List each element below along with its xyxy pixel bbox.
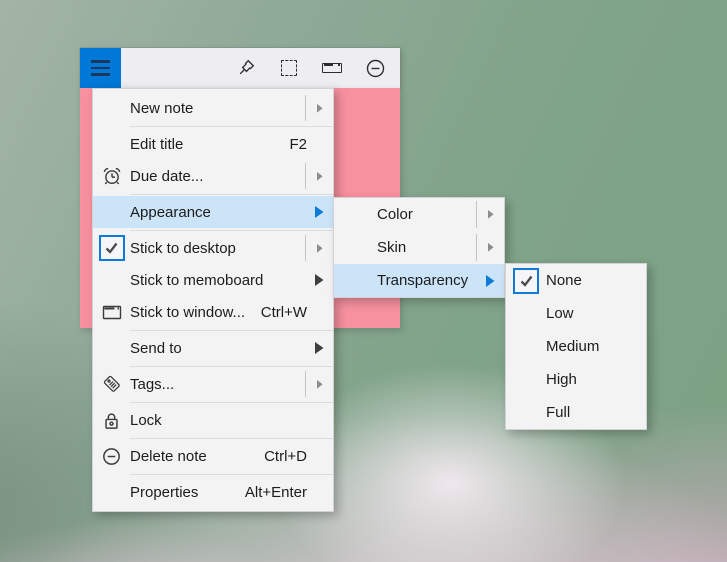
menu-item-stick-to-memoboard[interactable]: Stick to memoboard: [93, 264, 333, 296]
menu-item-send-to[interactable]: Send to: [93, 332, 333, 364]
menu-item-medium[interactable]: Medium: [506, 330, 646, 363]
submenu-arrow-icon[interactable]: [306, 160, 333, 192]
submenu-arrow-icon[interactable]: [306, 196, 333, 228]
menu-item-full[interactable]: Full: [506, 396, 646, 429]
submenu-arrow-icon[interactable]: [306, 232, 333, 264]
titlebar-buttons: [235, 57, 400, 79]
roll-up-icon[interactable]: [364, 57, 386, 79]
menu-item-lock[interactable]: Lock: [93, 404, 333, 436]
menu-separator: [130, 193, 333, 195]
menu-separator: [130, 365, 333, 367]
alarm-clock-icon: [93, 165, 130, 187]
menu-item-label: None: [546, 272, 582, 289]
menu-separator: [130, 229, 333, 231]
menu-item-label: New note: [130, 99, 194, 117]
menu-item-label: Edit title: [130, 135, 184, 153]
menu-item-label: Skin: [377, 239, 407, 256]
menu-item-none[interactable]: None: [506, 264, 646, 297]
menu-separator: [130, 401, 333, 403]
menu-item-color[interactable]: Color: [334, 198, 504, 231]
menu-item-transparency[interactable]: Transparency: [334, 264, 504, 297]
menu-item-delete-note[interactable]: Delete note Ctrl+D: [93, 440, 333, 472]
menu-item-label: Transparency: [377, 272, 469, 289]
pushpin-icon[interactable]: [235, 57, 257, 79]
menu-item-low[interactable]: Low: [506, 297, 646, 330]
menu-separator: [130, 437, 333, 439]
appearance-submenu: Color Skin Transparency: [333, 197, 505, 298]
menu-item-label: Tags...: [130, 375, 175, 393]
menu-item-stick-to-window[interactable]: Stick to window... Ctrl+W: [93, 296, 333, 328]
menu-item-label: Color: [377, 206, 413, 223]
submenu-arrow-icon: [306, 264, 333, 296]
tag-icon: [93, 373, 130, 395]
menu-item-properties[interactable]: Properties Alt+Enter: [93, 476, 333, 508]
submenu-arrow-icon[interactable]: [306, 368, 333, 400]
title-bar-only-icon[interactable]: [321, 57, 343, 79]
checked-checkbox-icon: [506, 267, 546, 294]
menu-item-high[interactable]: High: [506, 363, 646, 396]
menu-item-label: Send to: [130, 339, 182, 357]
menu-item-skin[interactable]: Skin: [334, 231, 504, 264]
note-titlebar: [80, 48, 400, 88]
note-context-menu: New note Edit title F2 Due date... Appea…: [92, 88, 334, 512]
menu-separator: [130, 329, 333, 331]
menu-item-label: Stick to memoboard: [130, 271, 264, 289]
shortcut-label: Alt+Enter: [244, 483, 307, 501]
minus-circle-icon: [93, 446, 130, 467]
submenu-arrow-icon[interactable]: [477, 264, 504, 297]
menu-item-label: Properties: [130, 483, 199, 501]
sticky-note-window: [80, 48, 400, 328]
menu-separator: [130, 473, 333, 475]
menu-item-new-note[interactable]: New note: [93, 92, 333, 124]
submenu-arrow-icon: [306, 332, 333, 364]
checked-checkbox-icon: [93, 235, 130, 261]
window-icon: [93, 301, 130, 323]
menu-item-label: Full: [546, 404, 571, 421]
menu-item-label: Medium: [546, 338, 600, 355]
shortcut-label: Ctrl+D: [264, 447, 307, 465]
submenu-arrow-icon[interactable]: [477, 231, 504, 264]
selection-box-icon[interactable]: [278, 57, 300, 79]
submenu-arrow-icon[interactable]: [477, 198, 504, 231]
menu-item-tags[interactable]: Tags...: [93, 368, 333, 400]
menu-item-label: Stick to window...: [130, 303, 246, 321]
shortcut-label: Ctrl+W: [260, 303, 307, 321]
hamburger-icon: [91, 60, 110, 63]
shortcut-label: F2: [289, 135, 307, 153]
menu-item-edit-title[interactable]: Edit title F2: [93, 128, 333, 160]
transparency-submenu: None Low Medium High Full: [505, 263, 647, 430]
menu-item-label: Delete note: [130, 447, 207, 465]
menu-item-label: Low: [546, 305, 574, 322]
menu-item-appearance[interactable]: Appearance: [93, 196, 333, 228]
menu-item-label: Lock: [130, 411, 162, 429]
menu-item-label: Due date...: [130, 167, 204, 185]
submenu-arrow-icon[interactable]: [306, 92, 333, 124]
menu-separator: [130, 125, 333, 127]
menu-item-stick-to-desktop[interactable]: Stick to desktop: [93, 232, 333, 264]
menu-item-label: High: [546, 371, 577, 388]
hamburger-menu-button[interactable]: [80, 48, 121, 88]
menu-item-due-date[interactable]: Due date...: [93, 160, 333, 192]
menu-item-label: Appearance: [130, 203, 211, 221]
padlock-icon: [93, 410, 130, 431]
menu-item-label: Stick to desktop: [130, 239, 236, 257]
